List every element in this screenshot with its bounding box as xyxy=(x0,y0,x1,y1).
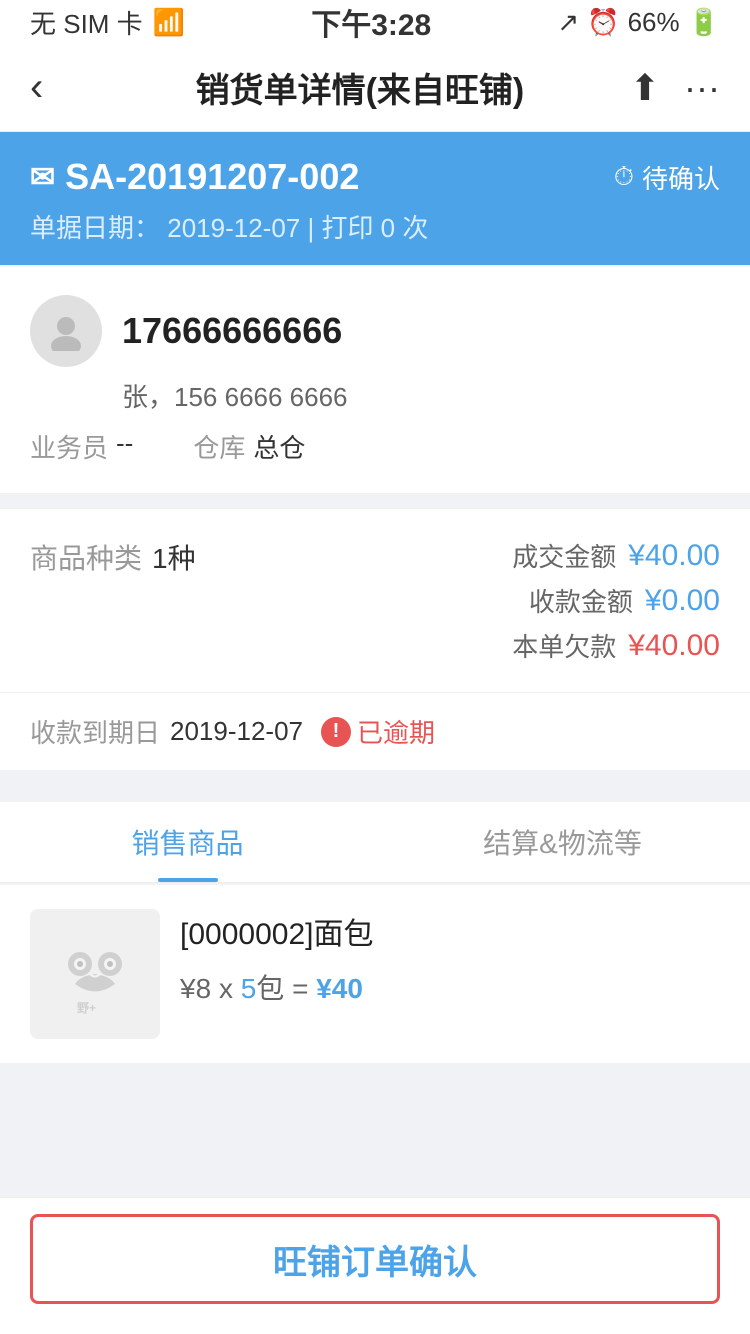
alarm-icon: ⏰ xyxy=(587,7,619,38)
amount-value-1: ¥0.00 xyxy=(645,584,720,618)
customer-section: 17666666666 张，156 6666 6666 业务员 -- 仓库 总仓 xyxy=(0,267,750,493)
product-qty: 5 xyxy=(241,973,257,1004)
warehouse-value: 总仓 xyxy=(253,428,305,465)
wifi-icon: 📶 xyxy=(153,7,185,38)
product-type-value: 1种 xyxy=(152,537,196,577)
product-section: 野+ [0000002]面包 ¥8 x 5包 = ¥40 xyxy=(0,885,750,1063)
tab-underline xyxy=(158,878,218,882)
nav-bar: ‹ 销货单详情(来自旺铺) ⬆ ··· xyxy=(0,44,750,132)
more-icon[interactable]: ··· xyxy=(684,67,720,109)
product-total: ¥40 xyxy=(316,973,363,1004)
overdue-badge: ! 已逾期 xyxy=(321,713,435,750)
print-info: | 打印 0 次 xyxy=(307,213,428,243)
order-icon: ✉ xyxy=(30,160,55,195)
product-unit: 包 xyxy=(256,973,284,1004)
equals-sign: = xyxy=(292,973,316,1004)
unit-price: ¥8 xyxy=(180,973,211,1004)
amount-label-2: 本单欠款 xyxy=(512,627,616,664)
amount-list: 成交金额 ¥40.00 收款金额 ¥0.00 本单欠款 ¥40.00 xyxy=(512,537,720,664)
summary-section: 商品种类 1种 成交金额 ¥40.00 收款金额 ¥0.00 本单欠款 ¥40.… xyxy=(0,509,750,692)
divider-2 xyxy=(0,770,750,786)
date-value: 2019-12-07 xyxy=(167,213,300,243)
clock-icon: ⏱ xyxy=(614,161,634,193)
svg-text:野+: 野+ xyxy=(77,1001,96,1014)
sales-meta: 业务员 -- xyxy=(30,428,133,465)
product-code: [0000002] xyxy=(180,918,313,951)
amount-value-2: ¥40.00 xyxy=(628,629,720,663)
product-name-0: [0000002]面包 xyxy=(180,909,720,953)
status-bar: 无 SIM 卡 📶 下午3:28 ↗ ⏰ 66% 🔋 xyxy=(0,0,750,44)
confirm-button[interactable]: 旺铺订单确认 xyxy=(30,1214,720,1304)
warehouse-label: 仓库 xyxy=(193,428,245,465)
customer-phone: 17666666666 xyxy=(122,310,342,352)
status-text: 待确认 xyxy=(642,159,720,196)
back-button[interactable]: ‹ xyxy=(30,65,90,110)
overdue-text: 已逾期 xyxy=(357,713,435,750)
order-id-text: SA-20191207-002 xyxy=(65,156,359,198)
amount-row-1: 收款金额 ¥0.00 xyxy=(529,582,720,619)
amount-row-0: 成交金额 ¥40.00 xyxy=(512,537,720,574)
tab-settlement-label: 结算&物流等 xyxy=(483,822,642,862)
location-icon: ↗ xyxy=(557,7,579,38)
product-type: 商品种类 1种 xyxy=(30,537,196,577)
product-type-label: 商品种类 xyxy=(30,537,142,577)
nav-actions: ⬆ ··· xyxy=(630,67,720,109)
order-date-row: 单据日期： 2019-12-07 | 打印 0 次 xyxy=(30,208,720,245)
date-label: 单据日期： xyxy=(30,213,160,243)
product-item-0: 野+ [0000002]面包 ¥8 x 5包 = ¥40 xyxy=(30,909,720,1039)
amount-row-2: 本单欠款 ¥40.00 xyxy=(512,627,720,664)
due-label: 收款到期日 xyxy=(30,713,160,750)
customer-meta: 业务员 -- 仓库 总仓 xyxy=(30,428,720,465)
status-right: ↗ ⏰ 66% 🔋 xyxy=(557,7,720,38)
multiply-sign: x xyxy=(219,973,241,1004)
tab-products-label: 销售商品 xyxy=(131,822,243,862)
tab-settlement[interactable]: 结算&物流等 xyxy=(375,802,750,882)
due-date: 2019-12-07 xyxy=(170,716,303,747)
battery-label: 66% xyxy=(628,7,680,38)
warehouse-meta: 仓库 总仓 xyxy=(193,428,305,465)
overdue-icon: ! xyxy=(321,717,351,747)
sim-label: 无 SIM 卡 xyxy=(30,4,143,41)
order-status: ⏱ 待确认 xyxy=(614,159,720,196)
avatar xyxy=(30,295,102,367)
tab-products[interactable]: 销售商品 xyxy=(0,802,375,882)
tabs-section: 销售商品 结算&物流等 xyxy=(0,802,750,883)
due-section: 收款到期日 2019-12-07 ! 已逾期 xyxy=(0,692,750,770)
amount-label-1: 收款金额 xyxy=(529,582,633,619)
status-time: 下午3:28 xyxy=(311,0,431,44)
divider-1 xyxy=(0,493,750,509)
product-info-0: [0000002]面包 ¥8 x 5包 = ¥40 xyxy=(180,909,720,1007)
status-left: 无 SIM 卡 📶 xyxy=(30,4,185,41)
product-thumbnail: 野+ xyxy=(30,909,160,1039)
amount-value-0: ¥40.00 xyxy=(628,539,720,573)
sales-value: -- xyxy=(116,428,133,465)
share-icon[interactable]: ⬆ xyxy=(630,67,660,109)
battery-icon: 🔋 xyxy=(688,7,720,38)
customer-name: 张，156 6666 6666 xyxy=(30,377,720,414)
tabs-row: 销售商品 结算&物流等 xyxy=(0,802,750,882)
product-price-0: ¥8 x 5包 = ¥40 xyxy=(180,967,720,1007)
page-title: 销货单详情(来自旺铺) xyxy=(196,63,525,112)
amount-label-0: 成交金额 xyxy=(512,537,616,574)
order-id: ✉ SA-20191207-002 xyxy=(30,156,359,198)
sales-label: 业务员 xyxy=(30,428,108,465)
order-header: ✉ SA-20191207-002 ⏱ 待确认 单据日期： 2019-12-07… xyxy=(0,132,750,265)
product-title: 面包 xyxy=(313,918,373,951)
bottom-bar: 旺铺订单确认 xyxy=(0,1197,750,1334)
